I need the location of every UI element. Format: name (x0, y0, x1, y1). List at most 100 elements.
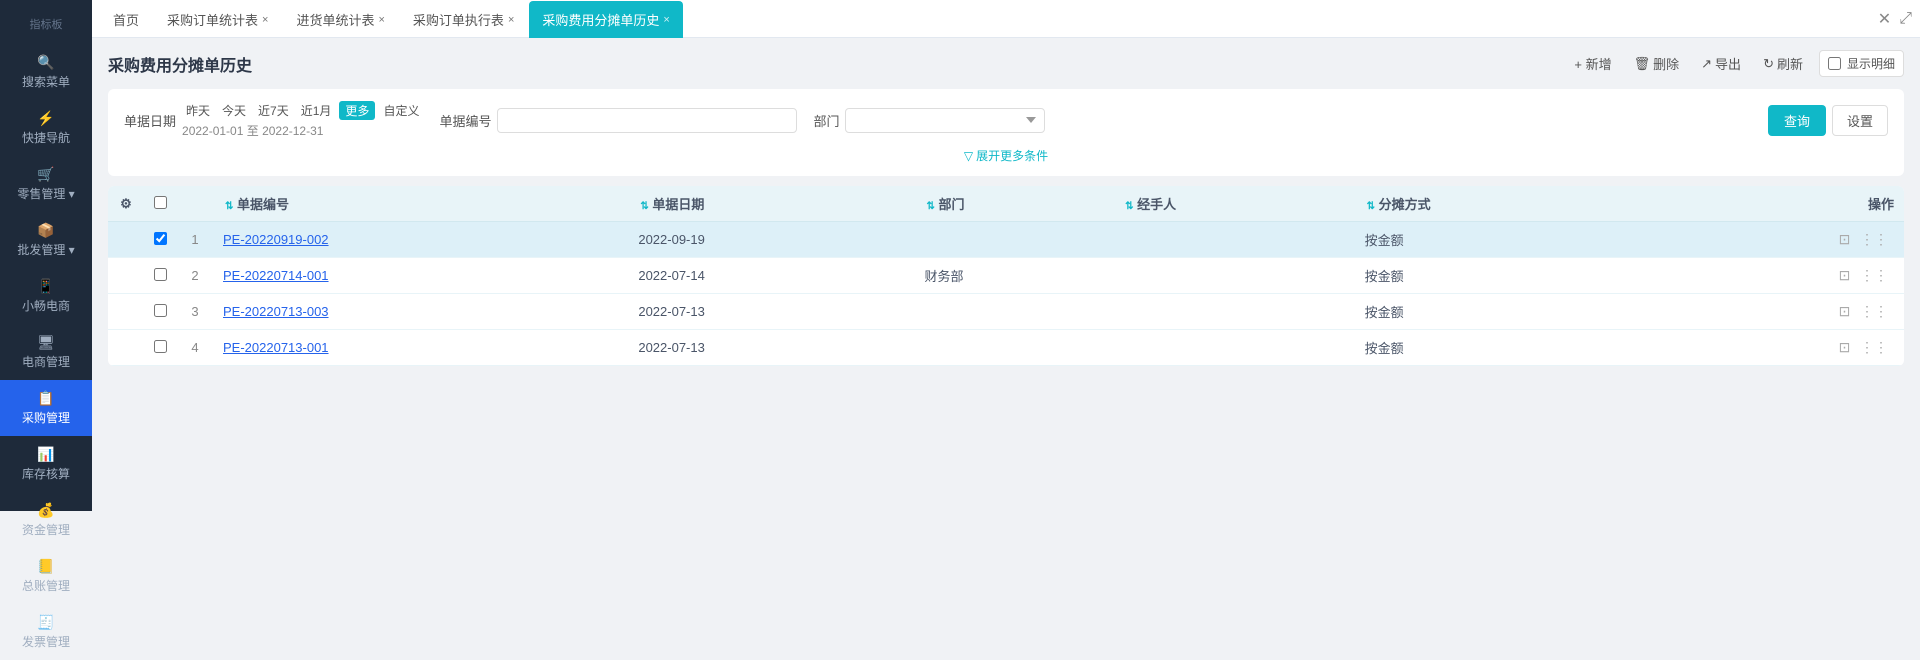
tab-close-purchase-order-exec[interactable]: × (508, 14, 514, 26)
row-dept-1 (915, 222, 1114, 258)
ledger-icon: 📒 (37, 558, 54, 575)
tab-purchase-order-stats[interactable]: 采购订单统计表× (154, 1, 281, 38)
show-col-checkbox[interactable] (1828, 57, 1841, 70)
ecommerce-icon: 🖥 (37, 334, 55, 351)
tab-home[interactable]: 首页 (100, 1, 152, 38)
row-docno-3[interactable]: PE-20220713-003 (213, 294, 628, 330)
sidebar-item-search[interactable]: 🔍搜索菜单 (0, 44, 92, 100)
doc-no-input[interactable] (497, 108, 797, 133)
sidebar-item-inventory[interactable]: 📊库存核算 (0, 436, 92, 492)
row-checkbox-1 (144, 222, 177, 258)
row-check-3[interactable] (154, 304, 167, 317)
doc-date-sort-icon[interactable]: ⇅ (640, 201, 648, 212)
table-row: 2 PE-20220714-001 2022-07-14 财务部 按金额 ⊡ ⋮… (108, 258, 1904, 294)
sidebar-item-micro[interactable]: 📱小畅电商 (0, 268, 92, 324)
row-docno-2[interactable]: PE-20220714-001 (213, 258, 628, 294)
select-all-checkbox[interactable] (154, 196, 167, 209)
today-shortcut[interactable]: 今天 (218, 101, 250, 120)
yesterday-shortcut[interactable]: 昨天 (182, 101, 214, 120)
gear-col-header: ⚙ (108, 186, 144, 222)
row-more-btn-1[interactable]: ⋮⋮ (1860, 231, 1888, 247)
row-docno-4[interactable]: PE-20220713-001 (213, 330, 628, 366)
sidebar: 指标板 🔍搜索菜单⚡快捷导航🛒零售管理 ▾📦批发管理 ▾📱小畅电商🖥电商管理📋采… (0, 0, 92, 511)
row-handler-3 (1113, 294, 1355, 330)
tab-purchase-order-exec[interactable]: 采购订单执行表 × (400, 1, 527, 38)
export-button[interactable]: ↗ 导出 (1695, 50, 1747, 77)
sidebar-item-ledger[interactable]: 📒总账管理 (0, 548, 92, 604)
row-edit-btn-1[interactable]: ⊡ (1839, 231, 1851, 247)
tab-close-purchase-order-stats[interactable]: × (262, 14, 268, 26)
sidebar-item-wholesale[interactable]: 📦批发管理 ▾ (0, 212, 92, 268)
tab-actions: ✕ ⤢ (1878, 9, 1912, 29)
row-check-4[interactable] (154, 340, 167, 353)
tab-close-inbound-stats[interactable]: × (378, 14, 384, 26)
show-col-button[interactable]: 显示明细 (1819, 50, 1904, 77)
handler-col-header: ⇅ 经手人 (1113, 186, 1355, 222)
invoice-icon: 🧾 (37, 614, 54, 631)
row-more-btn-2[interactable]: ⋮⋮ (1860, 267, 1888, 283)
doc-no-filter-group: 单据编号 (439, 108, 797, 133)
table-row: 4 PE-20220713-001 2022-07-13 按金额 ⊡ ⋮⋮ (108, 330, 1904, 366)
dept-sort-icon[interactable]: ⇅ (927, 201, 935, 212)
main-area: 首页采购订单统计表×进货单统计表×采购订单执行表×采购费用分摊单历史× ✕ ⤢ … (92, 0, 1920, 511)
checkbox-col-header (144, 186, 177, 222)
row-docno-1[interactable]: PE-20220919-002 (213, 222, 628, 258)
row-edit-btn-3[interactable]: ⊡ (1839, 303, 1851, 319)
7days-shortcut[interactable]: 近7天 (254, 101, 293, 120)
row-split-2: 按金额 (1355, 258, 1640, 294)
sidebar-item-invoice[interactable]: 🧾发票管理 (0, 604, 92, 660)
row-split-3: 按金额 (1355, 294, 1640, 330)
close-window-icon[interactable]: ✕ (1878, 9, 1891, 29)
row-date-4: 2022-07-13 (628, 330, 914, 366)
row-gear-3 (108, 294, 144, 330)
query-action-group: 查询 设置 (1768, 105, 1888, 136)
row-more-btn-4[interactable]: ⋮⋮ (1860, 339, 1888, 355)
tab-label-purchase-order-exec: 采购订单执行表 (413, 10, 504, 29)
row-num-2: 2 (177, 258, 213, 294)
content-area: 采购费用分摊单历史 + 新增 🗑 删除 ↗ 导出 ↻ 刷新 显示明细 (92, 38, 1920, 511)
row-handler-2 (1113, 258, 1355, 294)
sidebar-item-finance[interactable]: 💰资金管理 (0, 492, 92, 548)
gear-icon[interactable]: ⚙ (120, 196, 132, 211)
row-edit-btn-4[interactable]: ⊡ (1839, 339, 1851, 355)
custom-shortcut[interactable]: 自定义 (379, 101, 423, 120)
date-range-text: 2022-01-01 至 2022-12-31 (182, 122, 423, 139)
row-date-1: 2022-09-19 (628, 222, 914, 258)
add-button[interactable]: + 新增 (1568, 50, 1617, 77)
filter-area: 单据日期 昨天 今天 近7天 近1月 更多 自定义 2022-01-01 至 2… (108, 89, 1904, 176)
row-handler-4 (1113, 330, 1355, 366)
data-table: ⚙ ⇅ 单据编号 ⇅ 单据日期 ⇅ 部门 (108, 186, 1904, 366)
row-more-btn-3[interactable]: ⋮⋮ (1860, 303, 1888, 319)
doc-no-sort-icon[interactable]: ⇅ (225, 201, 233, 212)
tab-close-purchase-cost-split[interactable]: × (663, 14, 669, 26)
more-shortcut[interactable]: 更多 (339, 101, 375, 120)
tab-bar: 首页采购订单统计表×进货单统计表×采购订单执行表×采购费用分摊单历史× ✕ ⤢ (92, 0, 1920, 38)
dept-select[interactable] (845, 108, 1045, 133)
date-filter-group: 单据日期 昨天 今天 近7天 近1月 更多 自定义 2022-01-01 至 2… (124, 101, 423, 139)
row-edit-btn-2[interactable]: ⊡ (1839, 267, 1851, 283)
tab-inbound-stats[interactable]: 进货单统计表× (283, 1, 397, 38)
query-button[interactable]: 查询 (1768, 105, 1826, 136)
row-actions-3: ⊡ ⋮⋮ (1639, 294, 1904, 330)
handler-sort-icon[interactable]: ⇅ (1125, 201, 1133, 212)
1month-shortcut[interactable]: 近1月 (297, 101, 336, 120)
sidebar-item-shortcut[interactable]: ⚡快捷导航 (0, 100, 92, 156)
row-check-2[interactable] (154, 268, 167, 281)
refresh-button[interactable]: ↻ 刷新 (1757, 50, 1809, 77)
maximize-window-icon[interactable]: ⤢ (1899, 10, 1912, 28)
expand-more-button[interactable]: ▽ 展开更多条件 (964, 147, 1048, 164)
doc-no-col-header: ⇅ 单据编号 (213, 186, 628, 222)
sidebar-item-purchase[interactable]: 📋采购管理 (0, 380, 92, 436)
shortcut-icon: ⚡ (37, 110, 54, 127)
filter-settings-button[interactable]: 设置 (1832, 105, 1888, 136)
delete-button[interactable]: 🗑 删除 (1628, 50, 1686, 77)
row-date-3: 2022-07-13 (628, 294, 914, 330)
micro-icon: 📱 (37, 278, 54, 295)
page-header: 采购费用分摊单历史 + 新增 🗑 删除 ↗ 导出 ↻ 刷新 显示明细 (108, 50, 1904, 77)
row-check-1[interactable] (154, 232, 167, 245)
tab-purchase-cost-split[interactable]: 采购费用分摊单历史× (529, 1, 682, 38)
sidebar-item-retail[interactable]: 🛒零售管理 ▾ (0, 156, 92, 212)
row-split-1: 按金额 (1355, 222, 1640, 258)
split-method-sort-icon[interactable]: ⇅ (1367, 201, 1375, 212)
sidebar-item-ecommerce[interactable]: 🖥电商管理 (0, 324, 92, 380)
